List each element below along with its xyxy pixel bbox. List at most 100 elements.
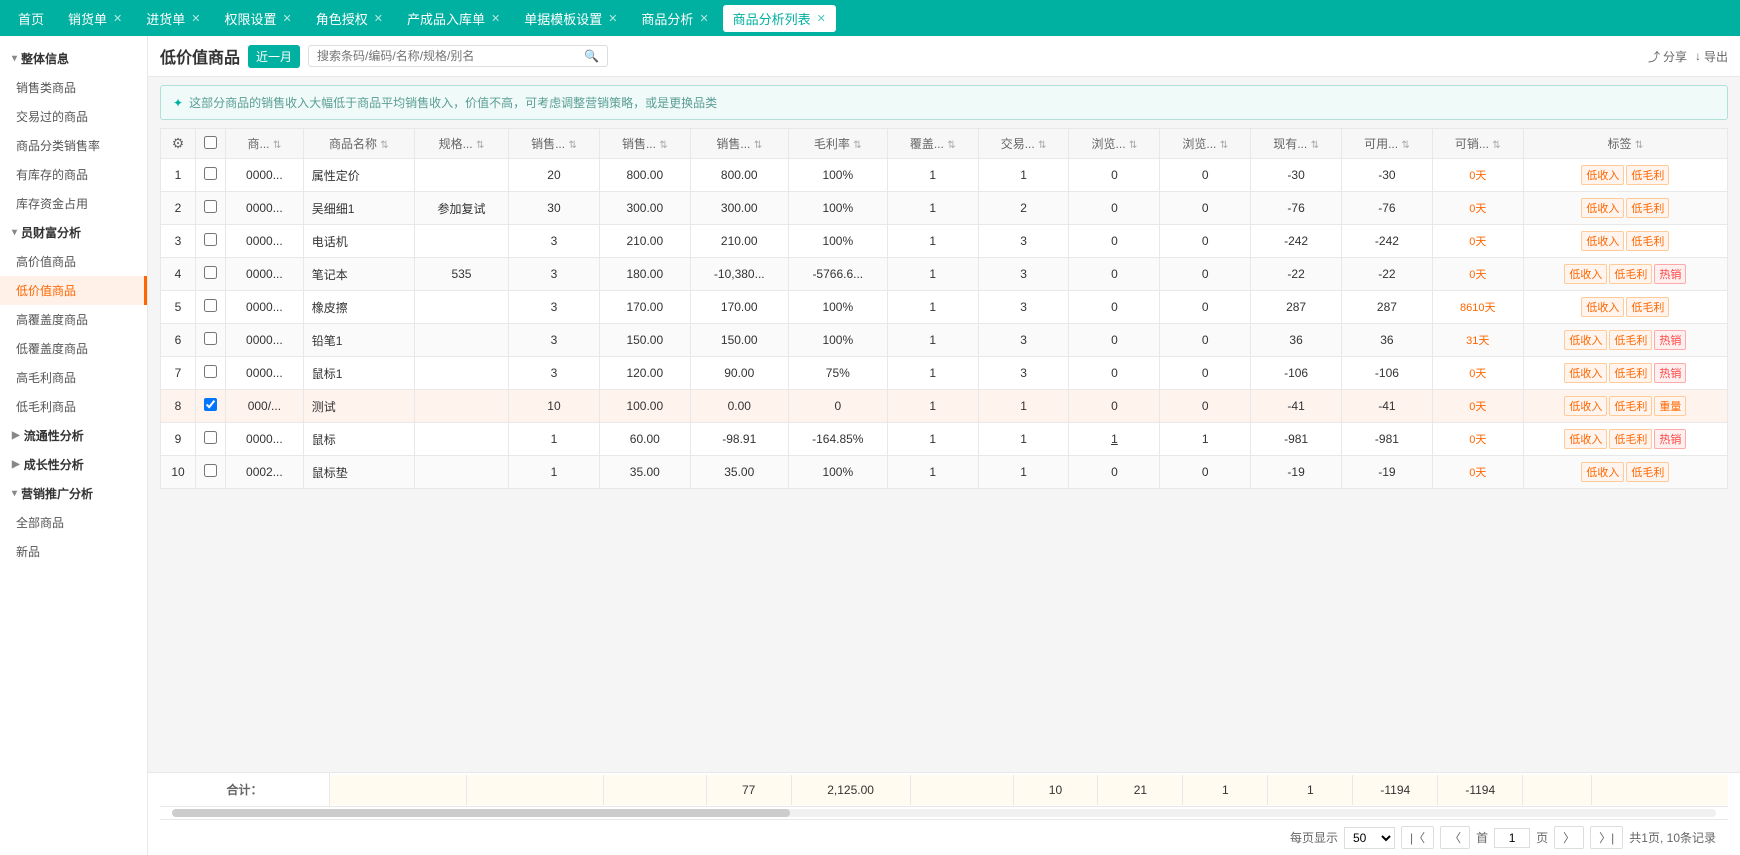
settings-icon[interactable]: ⚙ (172, 135, 185, 151)
cell-checkbox[interactable] (196, 390, 226, 423)
sidebar-item-low-coverage[interactable]: 低覆盖度商品 (0, 334, 147, 363)
scrollbar-thumb[interactable] (172, 809, 790, 817)
nav-purchase-close[interactable]: ✕ (191, 12, 200, 25)
col-header-trade: 交易... ⇅ (978, 129, 1069, 159)
export-button[interactable]: ↓ 导出 (1695, 48, 1728, 65)
cell-sales-amount: 800.00 (690, 159, 788, 192)
nav-permissions-close[interactable]: ✕ (283, 12, 292, 25)
row-checkbox[interactable] (204, 266, 217, 279)
sidebar-item-new-goods[interactable]: 新品 (0, 537, 147, 566)
sidebar-item-in-stock[interactable]: 有库存的商品 (0, 160, 147, 189)
sidebar-item-high-value[interactable]: 高价值商品 (0, 247, 147, 276)
cell-checkbox[interactable] (196, 192, 226, 225)
per-page-select[interactable]: 50 100 200 (1344, 827, 1395, 849)
cell-margin: -164.85% (788, 423, 887, 456)
cell-tags: 低收入低毛利 (1523, 456, 1727, 489)
nav-sales[interactable]: 销货单 ✕ (58, 5, 132, 32)
first-page-button[interactable]: |〈 (1401, 826, 1434, 849)
cell-checkbox[interactable] (196, 225, 226, 258)
row-checkbox[interactable] (204, 299, 217, 312)
nav-storage-close[interactable]: ✕ (491, 12, 500, 25)
nav-analysis[interactable]: 商品分析 ✕ (631, 5, 718, 32)
prev-page-button[interactable]: 〈 (1440, 826, 1470, 849)
sidebar-item-category-sales[interactable]: 商品分类销售率 (0, 131, 147, 160)
sidebar-section-general[interactable]: ▾ 整体信息 (0, 44, 147, 73)
cell-checkbox[interactable] (196, 159, 226, 192)
nav-analysis-close[interactable]: ✕ (699, 12, 708, 25)
cell-current: -106 (1251, 357, 1342, 390)
cell-code: 0000... (226, 357, 304, 390)
col-header-usable: 可用... ⇅ (1342, 129, 1433, 159)
nav-roles[interactable]: 角色授权 ✕ (306, 5, 393, 32)
nav-analysis-list[interactable]: 商品分析列表 ✕ (723, 5, 836, 32)
sidebar-section-flow[interactable]: ▶ 流通性分析 (0, 421, 147, 450)
row-checkbox[interactable] (204, 431, 217, 444)
last-page-button[interactable]: 〉| (1590, 826, 1623, 849)
cell-num: 8 (161, 390, 196, 423)
nav-template[interactable]: 单据模板设置 ✕ (514, 5, 627, 32)
cell-checkbox[interactable] (196, 423, 226, 456)
filter-recent-month-button[interactable]: 近一月 (248, 45, 300, 68)
cell-sellable: 0天 (1432, 423, 1523, 456)
sidebar-item-stock-capital[interactable]: 库存资金占用 (0, 189, 147, 218)
nav-storage[interactable]: 产成品入库单 ✕ (397, 5, 510, 32)
nav-purchase[interactable]: 进货单 ✕ (136, 5, 210, 32)
nav-analysis-list-close[interactable]: ✕ (817, 12, 826, 25)
col-header-setting[interactable]: ⚙ (161, 129, 196, 159)
sidebar-section-wealth[interactable]: ▾ 员财富分析 (0, 218, 147, 247)
nav-home[interactable]: 首页 (8, 5, 54, 32)
cell-tags: 低收入低毛利热销 (1523, 324, 1727, 357)
cell-trade: 1 (978, 456, 1069, 489)
row-checkbox[interactable] (204, 233, 217, 246)
cell-sellable: 8610天 (1432, 291, 1523, 324)
current-page-input[interactable] (1494, 828, 1530, 848)
sidebar-item-high-coverage[interactable]: 高覆盖度商品 (0, 305, 147, 334)
nav-template-close[interactable]: ✕ (608, 12, 617, 25)
nav-sales-close[interactable]: ✕ (113, 12, 122, 25)
sidebar-item-sales-goods[interactable]: 销售类商品 (0, 73, 147, 102)
col-header-sellable: 可销... ⇅ (1432, 129, 1523, 159)
sidebar-section-growth[interactable]: ▶ 成长性分析 (0, 450, 147, 479)
cell-browse1[interactable]: 1 (1069, 423, 1160, 456)
scrollbar-track[interactable] (172, 809, 1716, 817)
row-checkbox[interactable] (204, 167, 217, 180)
share-button[interactable]: ⤴ 分享 (1648, 48, 1687, 65)
cell-sales-amount: -10,380... (690, 258, 788, 291)
nav-permissions[interactable]: 权限设置 ✕ (214, 5, 301, 32)
cell-sellable: 0天 (1432, 390, 1523, 423)
table-row: 4 0000... 笔记本 535 3 180.00 -10,380... -5… (161, 258, 1728, 291)
select-all-checkbox[interactable] (204, 136, 217, 149)
browse1-value[interactable]: 1 (1111, 432, 1118, 446)
row-checkbox[interactable] (204, 200, 217, 213)
cell-checkbox[interactable] (196, 357, 226, 390)
sidebar-item-low-value[interactable]: 低价值商品 (0, 276, 147, 305)
cell-usable: 36 (1342, 324, 1433, 357)
cell-checkbox[interactable] (196, 324, 226, 357)
search-icon[interactable]: 🔍 (584, 49, 599, 63)
row-checkbox[interactable] (204, 398, 217, 411)
row-checkbox[interactable] (204, 464, 217, 477)
table-area: ⚙ 商... ⇅ 商品名称 ⇅ 规格... ⇅ 销售... ⇅ 销售... ⇅ … (148, 128, 1740, 772)
cell-spec (414, 390, 508, 423)
sidebar-item-high-margin[interactable]: 高毛利商品 (0, 363, 147, 392)
sidebar-section-marketing[interactable]: ▾ 营销推广分析 (0, 479, 147, 508)
cell-code: 0000... (226, 291, 304, 324)
cell-usable: -41 (1342, 390, 1433, 423)
cell-checkbox[interactable] (196, 258, 226, 291)
cell-code: 0000... (226, 324, 304, 357)
search-input[interactable] (317, 49, 580, 63)
cell-sales-price: 35.00 (599, 456, 690, 489)
row-checkbox[interactable] (204, 332, 217, 345)
sidebar-item-all-goods[interactable]: 全部商品 (0, 508, 147, 537)
row-checkbox[interactable] (204, 365, 217, 378)
tag-label: 低毛利 (1609, 264, 1652, 284)
sidebar-item-traded-goods[interactable]: 交易过的商品 (0, 102, 147, 131)
tag-label: 低毛利 (1609, 363, 1652, 383)
nav-roles-close[interactable]: ✕ (374, 12, 383, 25)
sidebar-item-low-margin[interactable]: 低毛利商品 (0, 392, 147, 421)
next-page-button[interactable]: 〉 (1554, 826, 1584, 849)
cell-checkbox[interactable] (196, 456, 226, 489)
cell-checkbox[interactable] (196, 291, 226, 324)
tag-label: 低毛利 (1626, 198, 1669, 218)
cell-browse1: 0 (1069, 390, 1160, 423)
